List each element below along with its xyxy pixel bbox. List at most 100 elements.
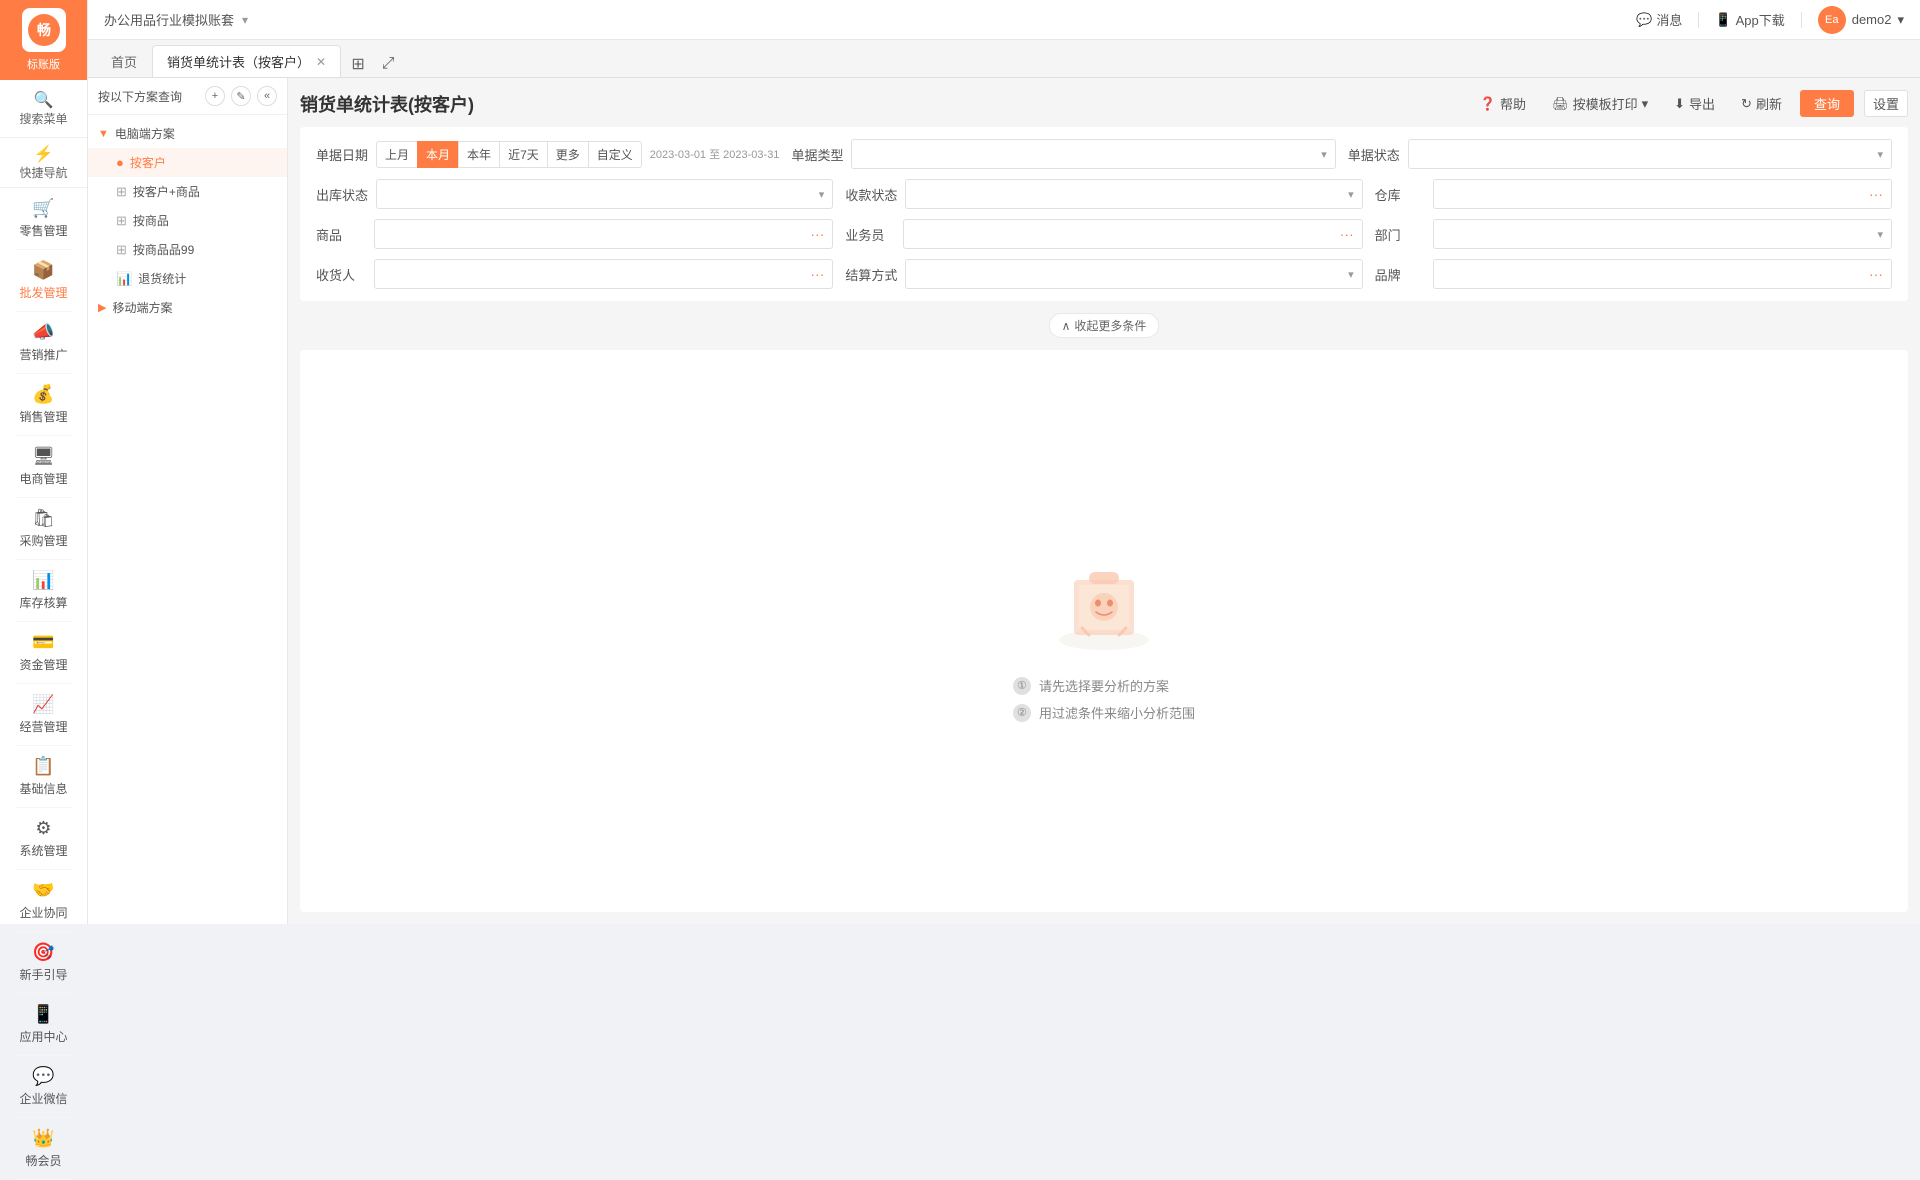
- scheme-edit-button[interactable]: ✎: [231, 86, 251, 106]
- scheme-group-desktop: ▼ 电脑端方案 ● 按客户 ⊞ 按客户+商品 ⊞ 按商品: [88, 119, 287, 293]
- refresh-button[interactable]: ↻ 刷新: [1733, 91, 1790, 116]
- sidebar-item-wholesale[interactable]: 📦批发管理: [15, 250, 71, 312]
- sidebar-item-finance[interactable]: 💳资金管理: [15, 622, 71, 684]
- report-title: 销货单统计表(按客户): [300, 91, 474, 117]
- tab-close-icon[interactable]: ✕: [316, 56, 326, 68]
- date-this-month[interactable]: 本月: [417, 141, 458, 168]
- app-download-button[interactable]: 📱 App下载: [1715, 10, 1784, 29]
- sidebar-item-icon-operation: 📈: [32, 694, 54, 715]
- warehouse-label: 仓库: [1375, 185, 1425, 204]
- scheme-collapse-button[interactable]: «: [257, 86, 277, 106]
- date-prev-month[interactable]: 上月: [376, 141, 417, 168]
- scheme-group-mobile-label: 移动端方案: [112, 299, 172, 316]
- payment-control[interactable]: ▾: [905, 259, 1362, 289]
- goods-control[interactable]: ···: [374, 219, 833, 249]
- sidebar-item-icon-inventory: 📊: [32, 570, 54, 591]
- scheme-group-label: 电脑端方案: [115, 125, 175, 142]
- salesman-label: 业务员: [845, 225, 895, 244]
- sidebar-item-enterprise[interactable]: 🤝企业协同: [15, 870, 71, 932]
- payment-arrow: ▾: [1348, 268, 1354, 281]
- sidebar-search[interactable]: 🔍 搜索菜单: [0, 80, 87, 138]
- scheme-group-header-mobile[interactable]: ▶ 移动端方案: [88, 293, 287, 322]
- date-last-7[interactable]: 近7天: [499, 141, 547, 168]
- report-panel: 销货单统计表(按客户) ❓ 帮助 🖨 按模板打印 ▾ ⬇ 导出: [288, 78, 1920, 924]
- export-icon: ⬇: [1674, 96, 1685, 112]
- receipt-status-arrow: ▾: [1348, 188, 1354, 201]
- dept-control[interactable]: ▾: [1433, 219, 1892, 249]
- template-print-button[interactable]: 🖨 按模板打印 ▾: [1544, 91, 1656, 116]
- sidebar-item-member[interactable]: 👑畅会员: [15, 1118, 71, 1180]
- dept-label: 部门: [1375, 225, 1425, 244]
- help-button[interactable]: ❓ 帮助: [1472, 91, 1534, 116]
- sidebar-item-wechat[interactable]: 💬企业微信: [15, 1056, 71, 1118]
- sidebar-item-icon-wechat: 💬: [32, 1066, 54, 1087]
- scheme-group-mobile: ▶ 移动端方案: [88, 293, 287, 322]
- scheme-item-by-goods-99[interactable]: ⊞ 按商品品99: [88, 235, 287, 264]
- scheme-header-icons: + ✎ «: [205, 86, 277, 106]
- message-button[interactable]: 💬 消息: [1636, 10, 1682, 29]
- sidebar-item-inventory[interactable]: 📊库存核算: [15, 560, 71, 622]
- scheme-panel: 按以下方案查询 + ✎ « ▼ 电脑端方案 ● 按客户: [88, 78, 288, 924]
- date-more[interactable]: 更多: [547, 141, 588, 168]
- scheme-item-by-goods[interactable]: ⊞ 按商品: [88, 206, 287, 235]
- doc-type-control[interactable]: ▾: [851, 139, 1335, 169]
- filter-doc-status: 单据状态 ▾: [1348, 139, 1892, 169]
- report-title-bar: 销货单统计表(按客户) ❓ 帮助 🖨 按模板打印 ▾ ⬇ 导出: [300, 90, 1908, 117]
- tab-restore-button[interactable]: ⊞: [345, 51, 371, 77]
- tab-home[interactable]: 首页: [96, 45, 152, 77]
- sidebar-item-system[interactable]: ⚙系统管理: [15, 808, 71, 870]
- salesman-control[interactable]: ···: [903, 219, 1362, 249]
- brand-control[interactable]: ···: [1433, 259, 1892, 289]
- scheme-item-by-customer[interactable]: ● 按客户: [88, 148, 287, 177]
- logo[interactable]: 畅 标账版: [0, 0, 87, 80]
- goods-label: 商品: [316, 225, 366, 244]
- sidebar-item-basic[interactable]: 📋基础信息: [15, 746, 71, 808]
- divider: [1698, 12, 1699, 28]
- out-status-control[interactable]: ▾: [376, 179, 833, 209]
- query-button[interactable]: 查询: [1800, 90, 1854, 117]
- doc-status-control[interactable]: ▾: [1408, 139, 1892, 169]
- empty-illustration: [1044, 540, 1164, 660]
- sidebar-item-newbie[interactable]: 🎯新手引导: [15, 932, 71, 994]
- sidebar-item-marketing[interactable]: 📣营销推广: [15, 312, 71, 374]
- sidebar-item-ecommerce[interactable]: 🖥电商管理: [15, 436, 71, 498]
- scheme-item-label5: 退货统计: [138, 270, 186, 287]
- refresh-icon: ↻: [1741, 96, 1752, 112]
- date-custom[interactable]: 自定义: [588, 141, 642, 168]
- collapse-button[interactable]: ∧ 收起更多条件: [1049, 313, 1160, 338]
- tab-maximize-button[interactable]: ⤢: [375, 51, 401, 77]
- user-menu[interactable]: Ea demo2 ▾: [1818, 6, 1904, 34]
- header-title: 办公用品行业模拟账套: [104, 10, 234, 29]
- export-button[interactable]: ⬇ 导出: [1666, 91, 1723, 116]
- sidebar-item-icon-basic: 📋: [32, 756, 54, 777]
- scheme-item-customer-goods[interactable]: ⊞ 按客户+商品: [88, 177, 287, 206]
- filter-brand: 品牌 ···: [1375, 259, 1892, 289]
- sidebar-item-appstore[interactable]: 📱应用中心: [15, 994, 71, 1056]
- tab-sales-stat[interactable]: 销货单统计表（按客户） ✕: [152, 45, 341, 77]
- sidebar-item-sales[interactable]: 💰销售管理: [15, 374, 71, 436]
- goods-dots: ···: [810, 226, 824, 242]
- help-icon: ❓: [1480, 96, 1496, 112]
- header-dropdown-icon[interactable]: ▾: [242, 13, 248, 27]
- date-this-year[interactable]: 本年: [458, 141, 499, 168]
- sidebar-item-operation[interactable]: 📈经营管理: [15, 684, 71, 746]
- sidebar-item-retail[interactable]: 🛒零售管理: [15, 188, 71, 250]
- scheme-list: ▼ 电脑端方案 ● 按客户 ⊞ 按客户+商品 ⊞ 按商品: [88, 115, 287, 924]
- page-content: 按以下方案查询 + ✎ « ▼ 电脑端方案 ● 按客户: [88, 78, 1920, 924]
- filter-goods: 商品 ···: [316, 219, 833, 249]
- warehouse-control[interactable]: ···: [1433, 179, 1892, 209]
- sidebar-quick-nav[interactable]: ⚡ 快捷导航: [0, 138, 87, 188]
- tip-text-1: 请先选择要分析的方案: [1039, 676, 1169, 695]
- header-right: 💬 消息 📱 App下载 Ea demo2 ▾: [1636, 6, 1904, 34]
- sidebar-item-purchase[interactable]: 🛍采购管理: [15, 498, 71, 560]
- settings-button[interactable]: 设置: [1864, 90, 1908, 117]
- scheme-item-return-stat[interactable]: 📊 退货统计: [88, 264, 287, 293]
- report-actions: ❓ 帮助 🖨 按模板打印 ▾ ⬇ 导出 ↻ 刷新: [1472, 90, 1908, 117]
- scheme-group-header-desktop[interactable]: ▼ 电脑端方案: [88, 119, 287, 148]
- consignee-control[interactable]: ···: [374, 259, 833, 289]
- receipt-status-control[interactable]: ▾: [905, 179, 1362, 209]
- scheme-add-button[interactable]: +: [205, 86, 225, 106]
- doc-status-label: 单据状态: [1348, 145, 1400, 164]
- sidebar-item-label-system: 系统管理: [19, 842, 67, 859]
- scheme-item-label: 按客户: [130, 154, 166, 171]
